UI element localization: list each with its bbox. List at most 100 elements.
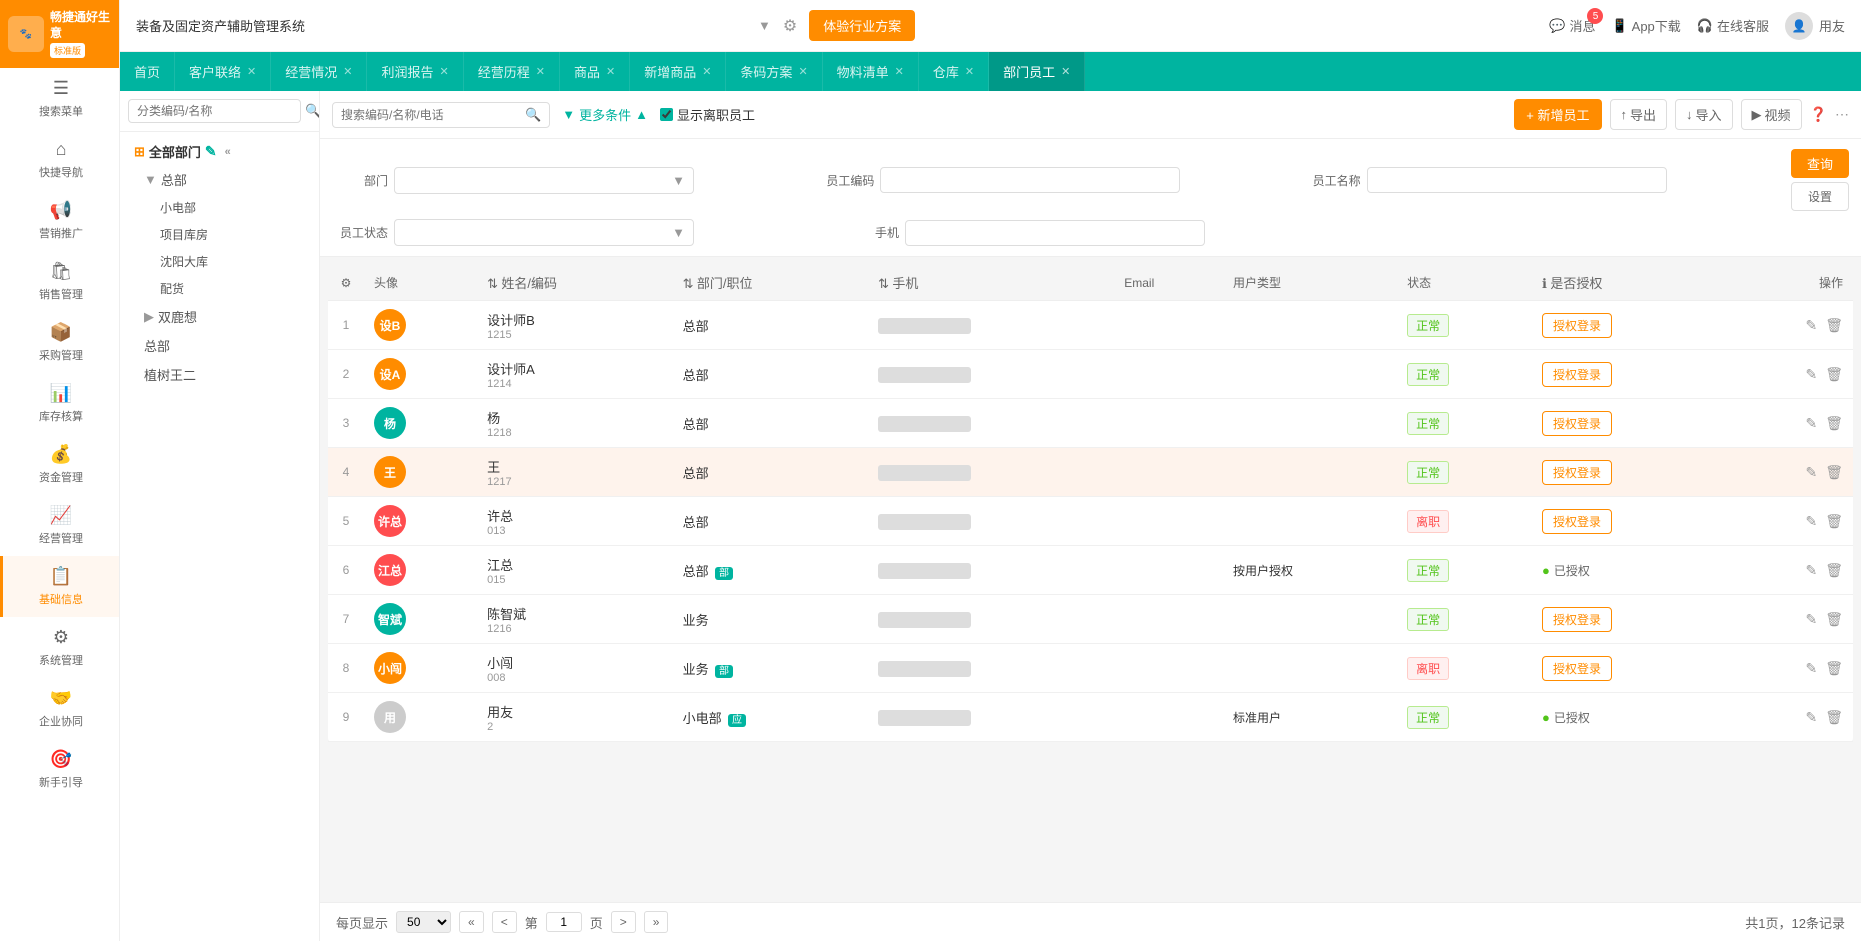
close-icon[interactable]: ✕: [965, 65, 974, 78]
search-icon[interactable]: 🔍: [525, 107, 541, 123]
close-icon[interactable]: ✕: [798, 65, 807, 78]
sidebar-item-base[interactable]: 📋 基础信息: [0, 556, 119, 617]
tab-material[interactable]: 物料清单 ✕: [823, 52, 919, 91]
search-input[interactable]: [341, 108, 521, 122]
dept-search-input[interactable]: [128, 99, 301, 123]
auth-btn[interactable]: 授权登录: [1542, 411, 1612, 436]
next-page-btn[interactable]: >: [611, 911, 636, 933]
dept-item-peihuo[interactable]: 配货: [152, 275, 311, 302]
close-icon[interactable]: ✕: [343, 65, 352, 78]
delete-btn[interactable]: 🗑: [1825, 660, 1843, 677]
per-page-select[interactable]: 50 20 100: [396, 911, 451, 933]
more-icon[interactable]: ⋯: [1835, 106, 1849, 123]
tab-customer[interactable]: 客户联络 ✕: [175, 52, 271, 91]
sidebar-item-marketing[interactable]: 📢 营销推广: [0, 190, 119, 251]
sidebar-item-inventory[interactable]: 📊 库存核算: [0, 373, 119, 434]
edit-btn[interactable]: ✎: [1805, 366, 1817, 383]
auth-btn[interactable]: 授权登录: [1542, 313, 1612, 338]
dept-item-project[interactable]: 项目库房: [152, 221, 311, 248]
auth-btn[interactable]: 授权登录: [1542, 509, 1612, 534]
gear-icon[interactable]: ⚙: [783, 16, 797, 36]
experience-btn[interactable]: 体验行业方案: [809, 10, 915, 41]
auth-btn[interactable]: 授权登录: [1542, 656, 1612, 681]
export-btn[interactable]: ↑ 导出: [1610, 99, 1668, 130]
edit-icon[interactable]: ✎: [205, 143, 217, 160]
tab-home[interactable]: 首页: [120, 52, 175, 91]
edit-btn[interactable]: ✎: [1805, 317, 1817, 334]
delete-btn[interactable]: 🗑: [1825, 513, 1843, 530]
sidebar-item-sales[interactable]: 🛍 销售管理: [0, 251, 119, 312]
sidebar-item-purchase[interactable]: 📦 采购管理: [0, 312, 119, 373]
sidebar-item-system[interactable]: ⚙ 系统管理: [0, 617, 119, 678]
delete-btn[interactable]: 🗑: [1825, 366, 1843, 383]
show-resigned-checkbox[interactable]: [660, 108, 673, 121]
sidebar-item-search[interactable]: ☰ 搜索菜单: [0, 68, 119, 129]
delete-btn[interactable]: 🗑: [1825, 464, 1843, 481]
auth-btn[interactable]: 授权登录: [1542, 460, 1612, 485]
app-download-btn[interactable]: 📱 App下载: [1611, 16, 1680, 35]
delete-btn[interactable]: 🗑: [1825, 415, 1843, 432]
last-page-btn[interactable]: »: [644, 911, 669, 933]
emp-code-input[interactable]: [880, 167, 1180, 193]
message-badge-wrap[interactable]: 💬 消息 5: [1549, 16, 1595, 35]
dept-item-shenyang[interactable]: 沈阳大库: [152, 248, 311, 275]
col-settings[interactable]: ⚙: [328, 265, 364, 301]
sidebar-item-operation[interactable]: 📈 经营管理: [0, 495, 119, 556]
dept-item-zongbu[interactable]: ▼ 总部: [136, 165, 311, 194]
user-info[interactable]: 👤 用友: [1785, 12, 1845, 40]
edit-btn[interactable]: ✎: [1805, 611, 1817, 628]
tab-operation-history[interactable]: 经营历程 ✕: [464, 52, 560, 91]
add-employee-btn[interactable]: + 新增员工: [1514, 99, 1601, 130]
delete-btn[interactable]: 🗑: [1825, 562, 1843, 579]
close-icon[interactable]: ✕: [536, 65, 545, 78]
close-icon[interactable]: ✕: [440, 65, 449, 78]
tab-barcode[interactable]: 条码方案 ✕: [726, 52, 822, 91]
close-icon[interactable]: ✕: [895, 65, 904, 78]
close-icon[interactable]: ✕: [1061, 65, 1070, 78]
delete-btn[interactable]: 🗑: [1825, 317, 1843, 334]
tab-warehouse[interactable]: 仓库 ✕: [919, 52, 989, 91]
dept-item-zongbu2[interactable]: 总部: [136, 331, 311, 360]
close-icon[interactable]: ✕: [247, 65, 256, 78]
phone-input[interactable]: [905, 220, 1205, 246]
prev-page-btn[interactable]: <: [492, 911, 517, 933]
tab-operation-report[interactable]: 经营情况 ✕: [271, 52, 367, 91]
delete-btn[interactable]: 🗑: [1825, 709, 1843, 726]
page-input[interactable]: [546, 912, 582, 932]
collapse-icon[interactable]: «: [225, 146, 231, 158]
online-service-btn[interactable]: 🎧 在线客服: [1697, 16, 1769, 35]
tab-profit[interactable]: 利润报告 ✕: [367, 52, 463, 91]
sidebar-item-shortcuts[interactable]: ⌂ 快捷导航: [0, 129, 119, 190]
sidebar-item-finance[interactable]: 💰 资金管理: [0, 434, 119, 495]
setting-btn[interactable]: 设置: [1791, 182, 1849, 211]
query-btn[interactable]: 查询: [1791, 149, 1849, 178]
more-filter-btn[interactable]: ▼ 更多条件 ▲: [562, 105, 648, 124]
all-dept-header[interactable]: ⊞ 全部部门 ✎ «: [128, 138, 311, 165]
dept-select[interactable]: ▼: [394, 167, 694, 194]
sidebar-item-guide[interactable]: 🎯 新手引导: [0, 739, 119, 800]
auth-btn[interactable]: 授权登录: [1542, 362, 1612, 387]
edit-btn[interactable]: ✎: [1805, 709, 1817, 726]
col-phone[interactable]: ⇅ 手机: [868, 265, 1114, 301]
tab-staff[interactable]: 部门员工 ✕: [989, 52, 1085, 91]
dept-item-shuangludui[interactable]: ▶ 双鹿想: [136, 302, 311, 331]
col-dept[interactable]: ⇅ 部门/职位: [673, 265, 869, 301]
edit-btn[interactable]: ✎: [1805, 464, 1817, 481]
close-icon[interactable]: ✕: [702, 65, 711, 78]
help-icon[interactable]: ❓: [1810, 106, 1827, 123]
col-name[interactable]: ⇅ 姓名/编码: [477, 265, 673, 301]
emp-status-select[interactable]: ▼: [394, 219, 694, 246]
edit-btn[interactable]: ✎: [1805, 660, 1817, 677]
first-page-btn[interactable]: «: [459, 911, 484, 933]
edit-btn[interactable]: ✎: [1805, 513, 1817, 530]
tab-goods[interactable]: 商品 ✕: [560, 52, 630, 91]
dropdown-arrow-icon[interactable]: ▼: [758, 18, 771, 33]
close-icon[interactable]: ✕: [606, 65, 615, 78]
edit-btn[interactable]: ✎: [1805, 562, 1817, 579]
sidebar-item-collab[interactable]: 🤝 企业协同: [0, 678, 119, 739]
auth-btn[interactable]: 授权登录: [1542, 607, 1612, 632]
view-btn[interactable]: ▶ 视频: [1741, 99, 1802, 130]
tab-new-goods[interactable]: 新增商品 ✕: [630, 52, 726, 91]
delete-btn[interactable]: 🗑: [1825, 611, 1843, 628]
dept-item-xiaodianbu[interactable]: 小电部: [152, 194, 311, 221]
